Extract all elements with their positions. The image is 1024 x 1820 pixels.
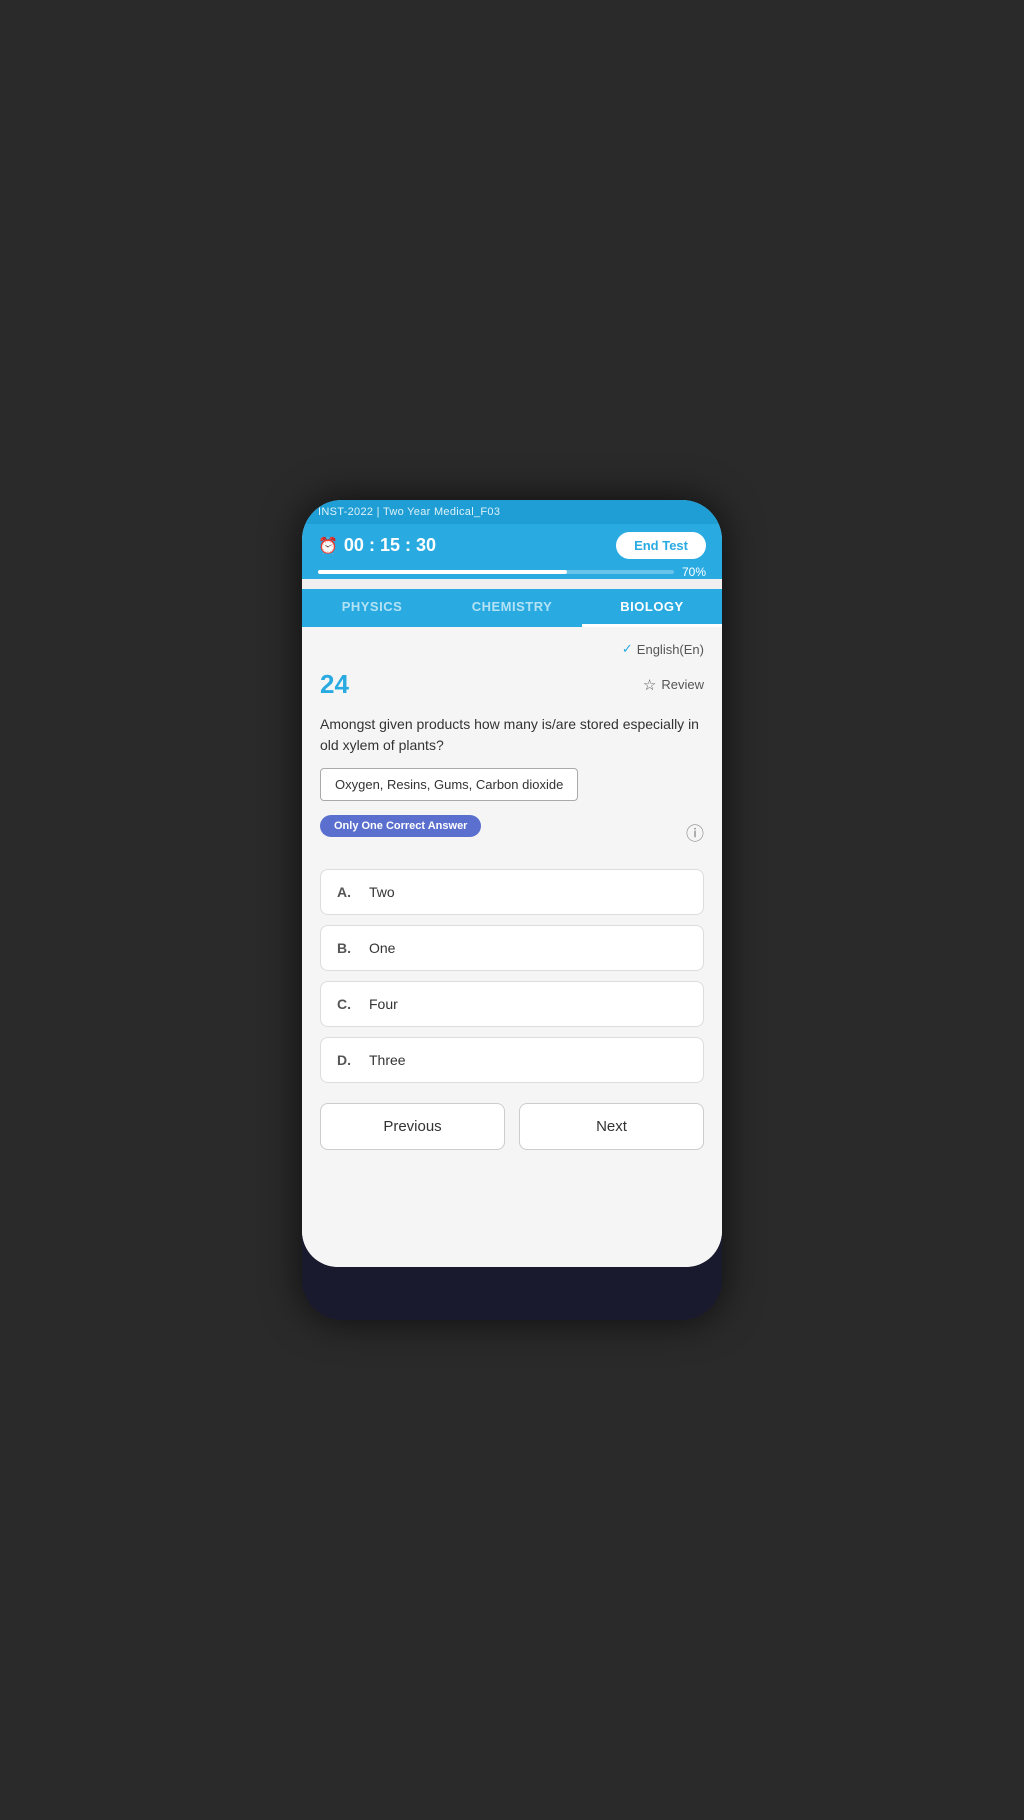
option-d-letter: D. (337, 1052, 355, 1068)
tab-physics[interactable]: PHYSICS (302, 589, 442, 627)
clock-icon: ⏰ (318, 536, 338, 556)
timer-row: ⏰ 00 : 15 : 30 End Test (318, 532, 706, 559)
options-list: A. Two B. One C. Four D. Three (320, 869, 704, 1083)
option-a-letter: A. (337, 884, 355, 900)
checkmark-icon: ✓ (622, 641, 633, 657)
question-text: Amongst given products how many is/are s… (320, 714, 704, 756)
content-area: ✓ English(En) 24 ☆ Review Amongst given … (302, 627, 722, 1267)
language-label[interactable]: English(En) (637, 642, 704, 657)
progress-label: 70% (682, 565, 706, 579)
option-b[interactable]: B. One (320, 925, 704, 971)
question-options-box: Oxygen, Resins, Gums, Carbon dioxide (320, 768, 578, 801)
progress-bar-fill (318, 570, 567, 574)
subject-tabs: PHYSICS CHEMISTRY BIOLOGY (302, 589, 722, 627)
next-button[interactable]: Next (519, 1103, 704, 1150)
header: INST-2022 | Two Year Medical_F03 ⏰ 00 : … (302, 500, 722, 579)
option-c-letter: C. (337, 996, 355, 1012)
option-d[interactable]: D. Three (320, 1037, 704, 1083)
option-a-text: Two (369, 884, 395, 900)
review-button[interactable]: ☆ Review (643, 676, 704, 694)
tab-chemistry[interactable]: CHEMISTRY (442, 589, 582, 627)
option-b-text: One (369, 940, 395, 956)
option-d-text: Three (369, 1052, 406, 1068)
progress-row: 70% (318, 565, 706, 579)
progress-bar-background (318, 570, 674, 574)
navigation-buttons: Previous Next (320, 1103, 704, 1150)
end-test-button[interactable]: End Test (616, 532, 706, 559)
tab-biology[interactable]: BIOLOGY (582, 589, 722, 627)
review-label: Review (661, 677, 704, 692)
star-icon: ☆ (643, 676, 656, 694)
option-a[interactable]: A. Two (320, 869, 704, 915)
timer-display: ⏰ 00 : 15 : 30 (318, 535, 436, 556)
language-row: ✓ English(En) (320, 641, 704, 657)
question-number: 24 (320, 669, 349, 700)
header-title-bar: INST-2022 | Two Year Medical_F03 (302, 500, 722, 524)
option-b-letter: B. (337, 940, 355, 956)
test-title: INST-2022 | Two Year Medical_F03 (318, 506, 500, 518)
phone-frame: INST-2022 | Two Year Medical_F03 ⏰ 00 : … (302, 500, 722, 1320)
screen: INST-2022 | Two Year Medical_F03 ⏰ 00 : … (302, 500, 722, 1267)
previous-button[interactable]: Previous (320, 1103, 505, 1150)
option-c-text: Four (369, 996, 398, 1012)
info-icon[interactable]: ⓘ (686, 820, 704, 846)
question-header: 24 ☆ Review (320, 669, 704, 700)
answer-type-badge: Only One Correct Answer (320, 815, 481, 837)
timer-value: 00 : 15 : 30 (344, 535, 436, 556)
option-c[interactable]: C. Four (320, 981, 704, 1027)
